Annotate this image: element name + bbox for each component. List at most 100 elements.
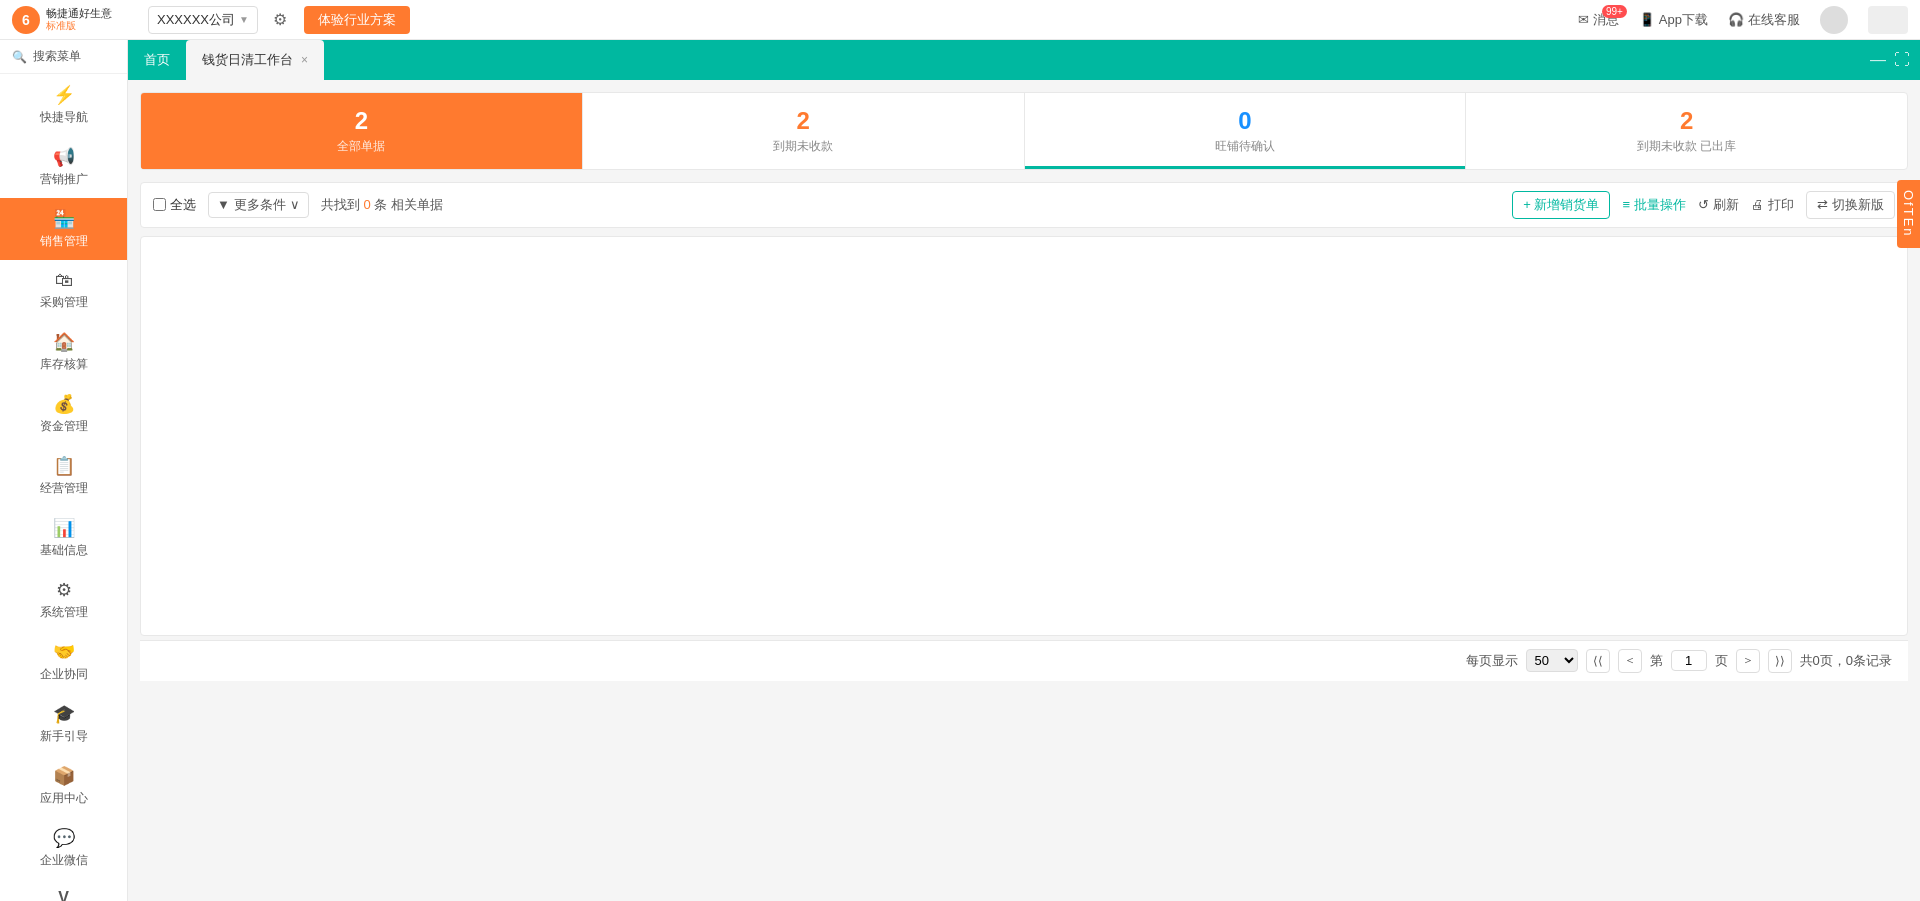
toolbar-right: + 新增销货单 ≡ 批量操作 ↺ 刷新 🖨 打印 ⇄ [1512, 191, 1895, 219]
print-icon: 🖨 [1751, 197, 1764, 212]
logo-text: 畅捷通好生意 标准版 [46, 7, 112, 32]
stat-underline-pending [1025, 166, 1466, 169]
tab-expand-icon[interactable]: ⛶ [1894, 51, 1910, 69]
message-icon: ✉ [1578, 12, 1589, 27]
sidebar-item-wechat[interactable]: 💬 企业微信 [0, 817, 127, 879]
batch-operation-button[interactable]: ≡ 批量操作 [1622, 196, 1686, 214]
page-label: 第 [1650, 652, 1663, 670]
message-button[interactable]: ✉ 消息 99+ [1578, 11, 1619, 29]
sidebar-item-system[interactable]: ⚙ 系统管理 [0, 569, 127, 631]
app-download-button[interactable]: 📱 App下载 [1639, 11, 1708, 29]
stat-number-pending: 0 [1045, 107, 1446, 136]
page-input[interactable] [1671, 650, 1707, 671]
download-icon: 📱 [1639, 12, 1655, 27]
capital-icon: 💰 [53, 393, 75, 415]
online-service-button[interactable]: 🎧 在线客服 [1728, 11, 1800, 29]
marketing-icon: 📢 [53, 146, 75, 168]
sidebar-item-marketing[interactable]: 📢 营销推广 [0, 136, 127, 198]
company-selector[interactable]: XXXXXX公司 ▼ [148, 6, 258, 34]
top-header: 6 畅捷通好生意 标准版 XXXXXX公司 ▼ ⚙ 体验行业方案 ✉ 消息 99… [0, 0, 1920, 40]
switch-icon: ⇄ [1817, 197, 1828, 212]
switch-version-button[interactable]: ⇄ 切换新版 [1806, 191, 1895, 219]
select-all-checkbox[interactable]: 全选 [153, 196, 196, 214]
prev-page-button[interactable]: ＜ [1618, 649, 1642, 673]
tab-active[interactable]: 钱货日清工作台 × [186, 40, 324, 80]
stats-row: 2 全部单据 2 到期未收款 0 旺铺待确认 2 到期未收款 已出库 [140, 92, 1908, 170]
basic-info-icon: 📊 [53, 517, 75, 539]
logo-area: 6 畅捷通好生意 标准版 [12, 6, 140, 34]
stat-label-overdue: 到期未收款 [603, 138, 1004, 155]
message-badge: 99+ [1602, 5, 1627, 18]
select-all-input[interactable] [153, 198, 166, 211]
add-sales-order-button[interactable]: + 新增销货单 [1512, 191, 1610, 219]
sidebar-item-app-center[interactable]: 📦 应用中心 [0, 755, 127, 817]
per-page-select[interactable]: 50 10 20 100 [1526, 649, 1578, 672]
stat-card-not-shipped[interactable]: 2 到期未收款 已出库 [1466, 93, 1907, 169]
often-tag[interactable]: OfTEn [1897, 180, 1920, 248]
batch-icon: ≡ [1622, 197, 1630, 212]
sidebar-item-member[interactable]: V 畅会员 [0, 879, 127, 901]
first-page-button[interactable]: ⟨⟨ [1586, 649, 1610, 673]
trial-button[interactable]: 体验行业方案 [304, 6, 410, 34]
more-filters-button[interactable]: ▼ 更多条件 ∨ [208, 192, 309, 218]
operations-icon: 📋 [53, 455, 75, 477]
last-page-button[interactable]: ⟩⟩ [1768, 649, 1792, 673]
sidebar-item-operations[interactable]: 📋 经营管理 [0, 445, 127, 507]
chevron-down-icon: ▼ [239, 14, 249, 25]
sidebar-item-inventory[interactable]: 🏠 库存核算 [0, 321, 127, 383]
pagination-bar: 每页显示 50 10 20 100 ⟨⟨ ＜ 第 页 ＞ ⟩⟩ 共0页，0条记录 [140, 640, 1908, 681]
logo-icon: 6 [12, 6, 40, 34]
tab-close-icon[interactable]: × [301, 53, 308, 67]
settings-icon[interactable]: ⚙ [266, 6, 294, 34]
refresh-icon: ↺ [1698, 197, 1709, 212]
tab-minimize-icon[interactable]: — [1870, 51, 1886, 69]
stat-card-all[interactable]: 2 全部单据 [141, 93, 583, 169]
sidebar-item-enterprise[interactable]: 🤝 企业协同 [0, 631, 127, 693]
sidebar-item-quick-nav[interactable]: ⚡ 快捷导航 [0, 74, 127, 136]
enterprise-icon: 🤝 [53, 641, 75, 663]
system-icon: ⚙ [56, 579, 72, 601]
filter-icon: ▼ [217, 197, 230, 212]
content-area: 2 全部单据 2 到期未收款 0 旺铺待确认 2 到期未收款 已出库 [128, 80, 1920, 901]
wechat-icon: 💬 [53, 827, 75, 849]
stat-label-pending: 旺铺待确认 [1045, 138, 1446, 155]
stat-underline-all [141, 166, 582, 169]
quick-nav-icon: ⚡ [53, 84, 75, 106]
sidebar-item-basic-info[interactable]: 📊 基础信息 [0, 507, 127, 569]
stat-card-pending[interactable]: 0 旺铺待确认 [1025, 93, 1467, 169]
toolbar: 全选 ▼ 更多条件 ∨ 共找到 0 条 相关单据 + 新增销货单 ≡ [140, 182, 1908, 228]
search-icon: 🔍 [12, 50, 27, 64]
sidebar-item-purchase[interactable]: 🛍 采购管理 [0, 260, 127, 321]
sidebar-search[interactable]: 🔍 搜索菜单 [0, 40, 127, 74]
sidebar-item-sales[interactable]: 🏪 销售管理 [0, 198, 127, 260]
next-page-button[interactable]: ＞ [1736, 649, 1760, 673]
stat-number-overdue: 2 [603, 107, 1004, 136]
avatar[interactable] [1820, 6, 1848, 34]
user-menu[interactable] [1868, 6, 1908, 34]
sidebar: 🔍 搜索菜单 ⚡ 快捷导航 📢 营销推广 🏪 销售管理 🛍 采购管理 🏠 库存核… [0, 40, 128, 901]
stat-number-all: 2 [161, 107, 562, 136]
sidebar-item-guide[interactable]: 🎓 新手引导 [0, 693, 127, 755]
inventory-icon: 🏠 [53, 331, 75, 353]
tab-bar-actions: — ⛶ [1870, 51, 1920, 69]
main-layout: 🔍 搜索菜单 ⚡ 快捷导航 📢 营销推广 🏪 销售管理 🛍 采购管理 🏠 库存核… [0, 40, 1920, 901]
print-button[interactable]: 🖨 打印 [1751, 196, 1794, 214]
sales-icon: 🏪 [53, 208, 75, 230]
found-text: 共找到 0 条 相关单据 [321, 196, 443, 214]
total-label: 共0页，0条记录 [1800, 652, 1892, 670]
header-right: ✉ 消息 99+ 📱 App下载 🎧 在线客服 [1578, 6, 1908, 34]
stat-label-all: 全部单据 [161, 138, 562, 155]
tab-home[interactable]: 首页 [128, 40, 186, 80]
app-center-icon: 📦 [53, 765, 75, 787]
refresh-button[interactable]: ↺ 刷新 [1698, 196, 1739, 214]
page-suffix: 页 [1715, 652, 1728, 670]
sidebar-item-capital[interactable]: 💰 资金管理 [0, 383, 127, 445]
table-area [140, 236, 1908, 636]
purchase-icon: 🛍 [55, 270, 73, 291]
per-page-label: 每页显示 [1466, 652, 1518, 670]
stat-card-overdue[interactable]: 2 到期未收款 [583, 93, 1025, 169]
tab-bar: 首页 钱货日清工作台 × — ⛶ [128, 40, 1920, 80]
guide-icon: 🎓 [53, 703, 75, 725]
chevron-icon: ∨ [290, 197, 300, 212]
headset-icon: 🎧 [1728, 12, 1744, 27]
